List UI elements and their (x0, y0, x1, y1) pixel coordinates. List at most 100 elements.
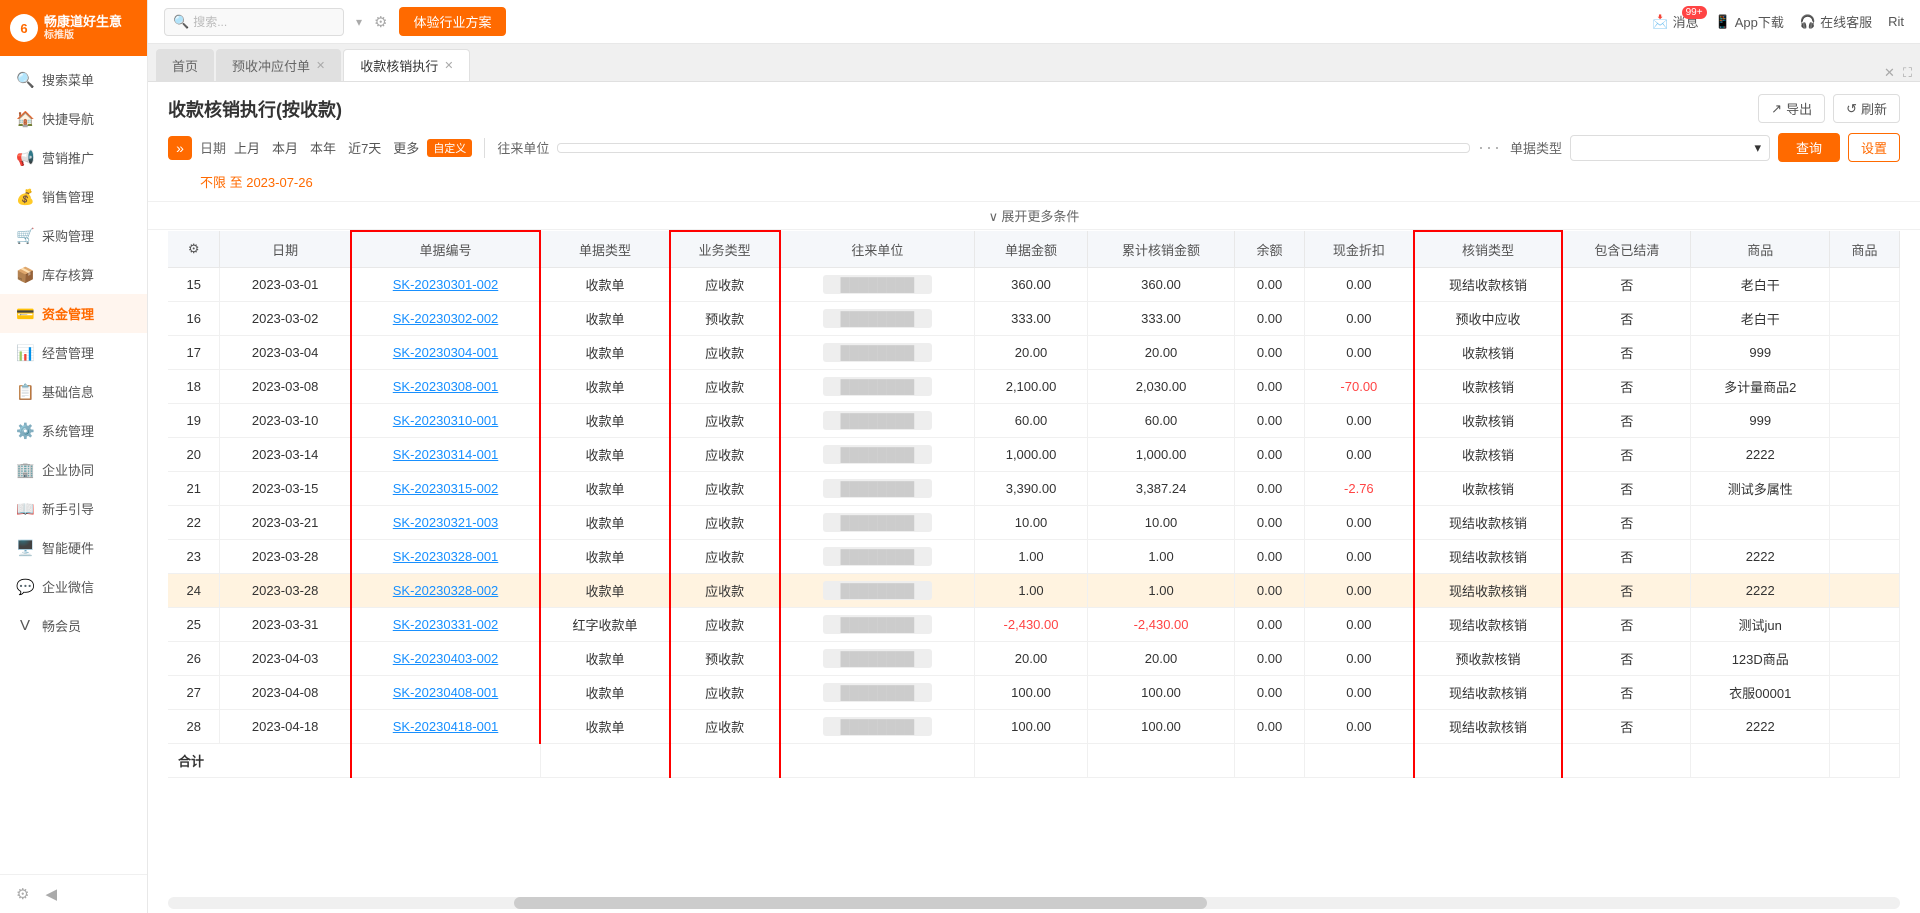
tab-expand-icon[interactable]: ⛶ (1903, 65, 1912, 81)
filter-setting-btn[interactable]: 设置 (1848, 133, 1900, 162)
sidebar-item-search[interactable]: 🔍 搜索菜单 (0, 60, 147, 99)
sidebar-item-quick[interactable]: 🏠 快捷导航 (0, 99, 147, 138)
cell-unit: ████████ (780, 438, 975, 472)
cell-date: 2023-03-21 (220, 506, 351, 540)
tab-home[interactable]: 首页 (156, 49, 214, 81)
col-balance[interactable]: 余额 (1235, 231, 1305, 268)
refresh-icon: ↺ (1846, 101, 1857, 117)
bill-no-link[interactable]: SK-20230302-002 (393, 311, 499, 326)
filter-bill-type-select[interactable]: ▾ (1570, 135, 1770, 161)
filter-7days[interactable]: 近7天 (344, 136, 385, 159)
bill-no-link[interactable]: SK-20230321-003 (393, 515, 499, 530)
topbar-gear-icon[interactable]: ⚙ (374, 13, 387, 31)
bill-no-link[interactable]: SK-20230315-002 (393, 481, 499, 496)
col-product1[interactable]: 商品 (1691, 231, 1830, 268)
col-cancel-type[interactable]: 核销类型 (1414, 231, 1563, 268)
cell-amount: 60.00 (975, 404, 1088, 438)
sidebar-icon-member: V (16, 617, 34, 634)
cell-biz-type: 应收款 (670, 472, 780, 506)
sidebar-item-basic[interactable]: 📋 基础信息 (0, 372, 147, 411)
cell-product2 (1830, 642, 1900, 676)
bill-no-link[interactable]: SK-20230308-001 (393, 379, 499, 394)
tab-close-all-icon[interactable]: ✕ (1884, 65, 1895, 81)
filter-more[interactable]: 更多 (389, 136, 423, 159)
bill-no-link[interactable]: SK-20230408-001 (393, 685, 499, 700)
cell-settled: 否 (1562, 302, 1691, 336)
bill-no-link[interactable]: SK-20230310-001 (393, 413, 499, 428)
cell-unit: ████████ (780, 642, 975, 676)
logo-icon: 6 (10, 14, 38, 42)
cell-unit: ████████ (780, 404, 975, 438)
bill-no-link[interactable]: SK-20230403-002 (393, 651, 499, 666)
refresh-btn[interactable]: ↺ 刷新 (1833, 94, 1900, 123)
cell-product2 (1830, 472, 1900, 506)
cell-product2 (1830, 710, 1900, 744)
bill-no-link[interactable]: SK-20230304-001 (393, 345, 499, 360)
sidebar-icon-basic: 📋 (16, 383, 34, 401)
sidebar-item-wechat[interactable]: 💬 企业微信 (0, 567, 147, 606)
cell-balance: 0.00 (1235, 370, 1305, 404)
bill-no-link[interactable]: SK-20230328-002 (393, 583, 499, 598)
filter-custom-btn[interactable]: 自定义 (427, 139, 472, 157)
cell-amount: 333.00 (975, 302, 1088, 336)
tab-prepay[interactable]: 预收冲应付单 ✕ (216, 49, 341, 81)
industry-btn[interactable]: 体验行业方案 (399, 7, 505, 36)
sidebar-item-guide[interactable]: 📖 新手引导 (0, 489, 147, 528)
bill-no-link[interactable]: SK-20230328-001 (393, 549, 499, 564)
sidebar-item-member[interactable]: V 畅会员 (0, 606, 147, 645)
col-bill-no[interactable]: 单据编号 (351, 231, 541, 268)
col-accum[interactable]: 累计核销金额 (1087, 231, 1234, 268)
filter-last-month[interactable]: 上月 (230, 136, 264, 159)
col-amount[interactable]: 单据金额 (975, 231, 1088, 268)
headset-icon: 🎧 (1800, 14, 1816, 30)
collapse-icon[interactable]: ◀ (45, 885, 57, 903)
sidebar-item-corp[interactable]: 🏢 企业协同 (0, 450, 147, 489)
tab-prepay-close[interactable]: ✕ (316, 59, 325, 72)
page-header: 收款核销执行(按收款) ↗ 导出 ↺ 刷新 (148, 82, 1920, 123)
tab-cancel[interactable]: 收款核销执行 ✕ (343, 49, 470, 81)
tab-cancel-close[interactable]: ✕ (444, 59, 453, 72)
bill-no-link[interactable]: SK-20230314-001 (393, 447, 499, 462)
sidebar-item-system[interactable]: ⚙️ 系统管理 (0, 411, 147, 450)
col-bill-type[interactable]: 单据类型 (540, 231, 669, 268)
settings-icon[interactable]: ⚙ (16, 885, 29, 903)
sidebar-item-finance[interactable]: 💳 资金管理 (0, 294, 147, 333)
sidebar-item-purchase[interactable]: 🛒 采购管理 (0, 216, 147, 255)
bill-no-link[interactable]: SK-20230331-002 (393, 617, 499, 632)
col-product2[interactable]: 商品 (1830, 231, 1900, 268)
filter-this-month[interactable]: 本月 (268, 136, 302, 159)
cell-cancel-type: 收款核销 (1414, 370, 1563, 404)
col-settled[interactable]: 包含已结清 (1562, 231, 1691, 268)
col-biz-type[interactable]: 业务类型 (670, 231, 780, 268)
topbar-search[interactable]: 🔍 搜索... (164, 8, 344, 36)
col-discount[interactable]: 现金折扣 (1304, 231, 1413, 268)
col-unit[interactable]: 往来单位 (780, 231, 975, 268)
message-badge[interactable]: 📩 消息 99+ (1652, 12, 1698, 31)
bill-no-link[interactable]: SK-20230418-001 (393, 719, 499, 734)
sidebar-item-operation[interactable]: 📊 经营管理 (0, 333, 147, 372)
cell-bill-type: 收款单 (540, 642, 669, 676)
cell-biz-type: 应收款 (670, 268, 780, 302)
cell-accum: -2,430.00 (1087, 608, 1234, 642)
query-btn[interactable]: 查询 (1778, 133, 1840, 162)
sidebar-item-hardware[interactable]: 🖥️ 智能硬件 (0, 528, 147, 567)
cell-cancel-type: 现结收款核销 (1414, 268, 1563, 302)
cell-bill-no: SK-20230321-003 (351, 506, 541, 540)
online-service[interactable]: 🎧 在线客服 (1800, 12, 1872, 31)
filter-unit-input[interactable] (557, 143, 1470, 153)
app-download[interactable]: 📱 App下载 (1715, 12, 1784, 31)
filter-toggle-btn[interactable]: » (168, 136, 192, 160)
scrollbar[interactable] (168, 897, 1900, 909)
sidebar-item-inventory[interactable]: 📦 库存核算 (0, 255, 147, 294)
filter-this-year[interactable]: 本年 (306, 136, 340, 159)
col-date[interactable]: 日期 (220, 231, 351, 268)
user-name[interactable]: Rit (1888, 14, 1904, 29)
expand-bar[interactable]: ∨ 展开更多条件 (148, 201, 1920, 230)
cell-date: 2023-03-10 (220, 404, 351, 438)
sidebar-item-sales[interactable]: 💰 销售管理 (0, 177, 147, 216)
sidebar-item-marketing[interactable]: 📢 营销推广 (0, 138, 147, 177)
bill-no-link[interactable]: SK-20230301-002 (393, 277, 499, 292)
export-btn[interactable]: ↗ 导出 (1758, 94, 1825, 123)
cell-balance: 0.00 (1235, 574, 1305, 608)
cell-bill-type: 收款单 (540, 438, 669, 472)
